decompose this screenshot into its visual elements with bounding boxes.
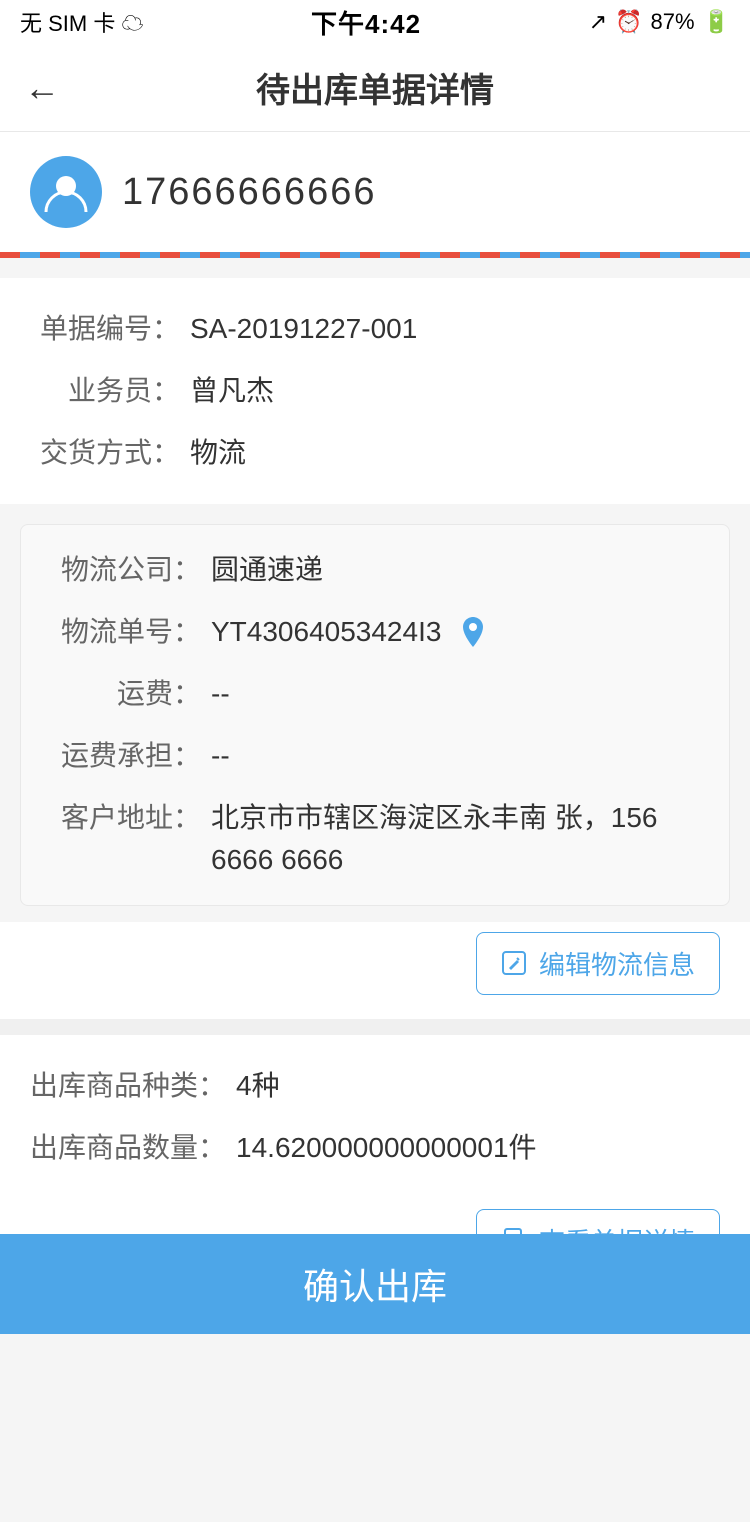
goods-section: 出库商品种类： 4种 出库商品数量： 14.620000000000001件	[0, 1035, 750, 1199]
confirm-button-label: 确认出库	[303, 1258, 447, 1310]
goods-types-value: 4种	[236, 1065, 720, 1107]
freight-value: --	[211, 673, 699, 715]
tracking-number-text: YT43064053424I3	[211, 611, 441, 653]
tracking-number-label: 物流单号：	[51, 611, 211, 653]
goods-quantity-row: 出库商品数量： 14.620000000000001件	[30, 1127, 720, 1169]
goods-quantity-label: 出库商品数量：	[30, 1127, 236, 1169]
address-row: 客户地址： 北京市市辖区海淀区永丰南 张，156 6666 6666	[51, 797, 699, 881]
status-time: 下午4:42	[311, 4, 421, 41]
goods-types-label: 出库商品种类：	[30, 1065, 236, 1107]
logistics-company-row: 物流公司： 圆通速递	[51, 549, 699, 591]
status-right: ↗ ⏰ 87% 🔋	[589, 9, 730, 35]
status-bar: 无 SIM 卡 ☁ 下午4:42 ↗ ⏰ 87% 🔋	[0, 0, 750, 44]
freight-bearer-label: 运费承担：	[51, 735, 211, 777]
edit-logistics-button[interactable]: 编辑物流信息	[476, 932, 720, 995]
nav-bar: ← 待出库单据详情	[0, 44, 750, 132]
logistics-card: 物流公司： 圆通速递 物流单号： YT43064053424I3 运费： -- …	[20, 524, 730, 906]
battery-level: 87%	[651, 9, 695, 35]
edit-icon	[501, 950, 529, 978]
address-value: 北京市市辖区海淀区永丰南 张，156 6666 6666	[211, 797, 699, 881]
goods-quantity-value: 14.620000000000001件	[236, 1127, 720, 1169]
sim-label: 无 SIM 卡 ☁	[20, 6, 143, 38]
page-title: 待出库单据详情	[256, 63, 494, 112]
tracking-number-row: 物流单号： YT43064053424I3	[51, 611, 699, 653]
freight-label: 运费：	[51, 673, 211, 715]
edit-btn-container: 编辑物流信息	[0, 922, 750, 1019]
customer-header: 17666666666	[0, 132, 750, 252]
logistics-company-value: 圆通速递	[211, 549, 699, 591]
salesperson-row: 业务员： 曾凡杰	[30, 370, 720, 412]
status-left: 无 SIM 卡 ☁	[20, 6, 143, 38]
salesperson-label: 业务员：	[30, 370, 190, 412]
address-label: 客户地址：	[51, 797, 211, 839]
freight-bearer-value: --	[211, 735, 699, 777]
freight-bearer-row: 运费承担： --	[51, 735, 699, 777]
freight-row: 运费： --	[51, 673, 699, 715]
document-number-value: SA-20191227-001	[190, 308, 720, 350]
document-number-row: 单据编号： SA-20191227-001	[30, 308, 720, 350]
battery-icon: 🔋	[703, 9, 730, 35]
separator-1	[0, 1019, 750, 1035]
logistics-company-label: 物流公司：	[51, 549, 211, 591]
delivery-method-value: 物流	[190, 432, 720, 474]
tracking-number-value: YT43064053424I3	[211, 611, 699, 653]
map-pin-icon[interactable]	[455, 614, 491, 650]
confirm-button[interactable]: 确认出库	[0, 1234, 750, 1334]
user-icon	[42, 168, 90, 216]
order-info-section: 单据编号： SA-20191227-001 业务员： 曾凡杰 交货方式： 物流	[0, 278, 750, 504]
avatar	[30, 156, 102, 228]
alarm-icon: ⏰	[615, 9, 642, 35]
delivery-method-row: 交货方式： 物流	[30, 432, 720, 474]
back-button[interactable]: ←	[24, 67, 60, 109]
edit-logistics-label: 编辑物流信息	[539, 945, 695, 982]
location-status-icon: ↗	[589, 9, 607, 35]
document-number-label: 单据编号：	[30, 308, 190, 350]
delivery-method-label: 交货方式：	[30, 432, 190, 474]
dashed-divider	[0, 252, 750, 258]
salesperson-value: 曾凡杰	[190, 370, 720, 412]
customer-phone: 17666666666	[122, 171, 376, 214]
goods-types-row: 出库商品种类： 4种	[30, 1065, 720, 1107]
